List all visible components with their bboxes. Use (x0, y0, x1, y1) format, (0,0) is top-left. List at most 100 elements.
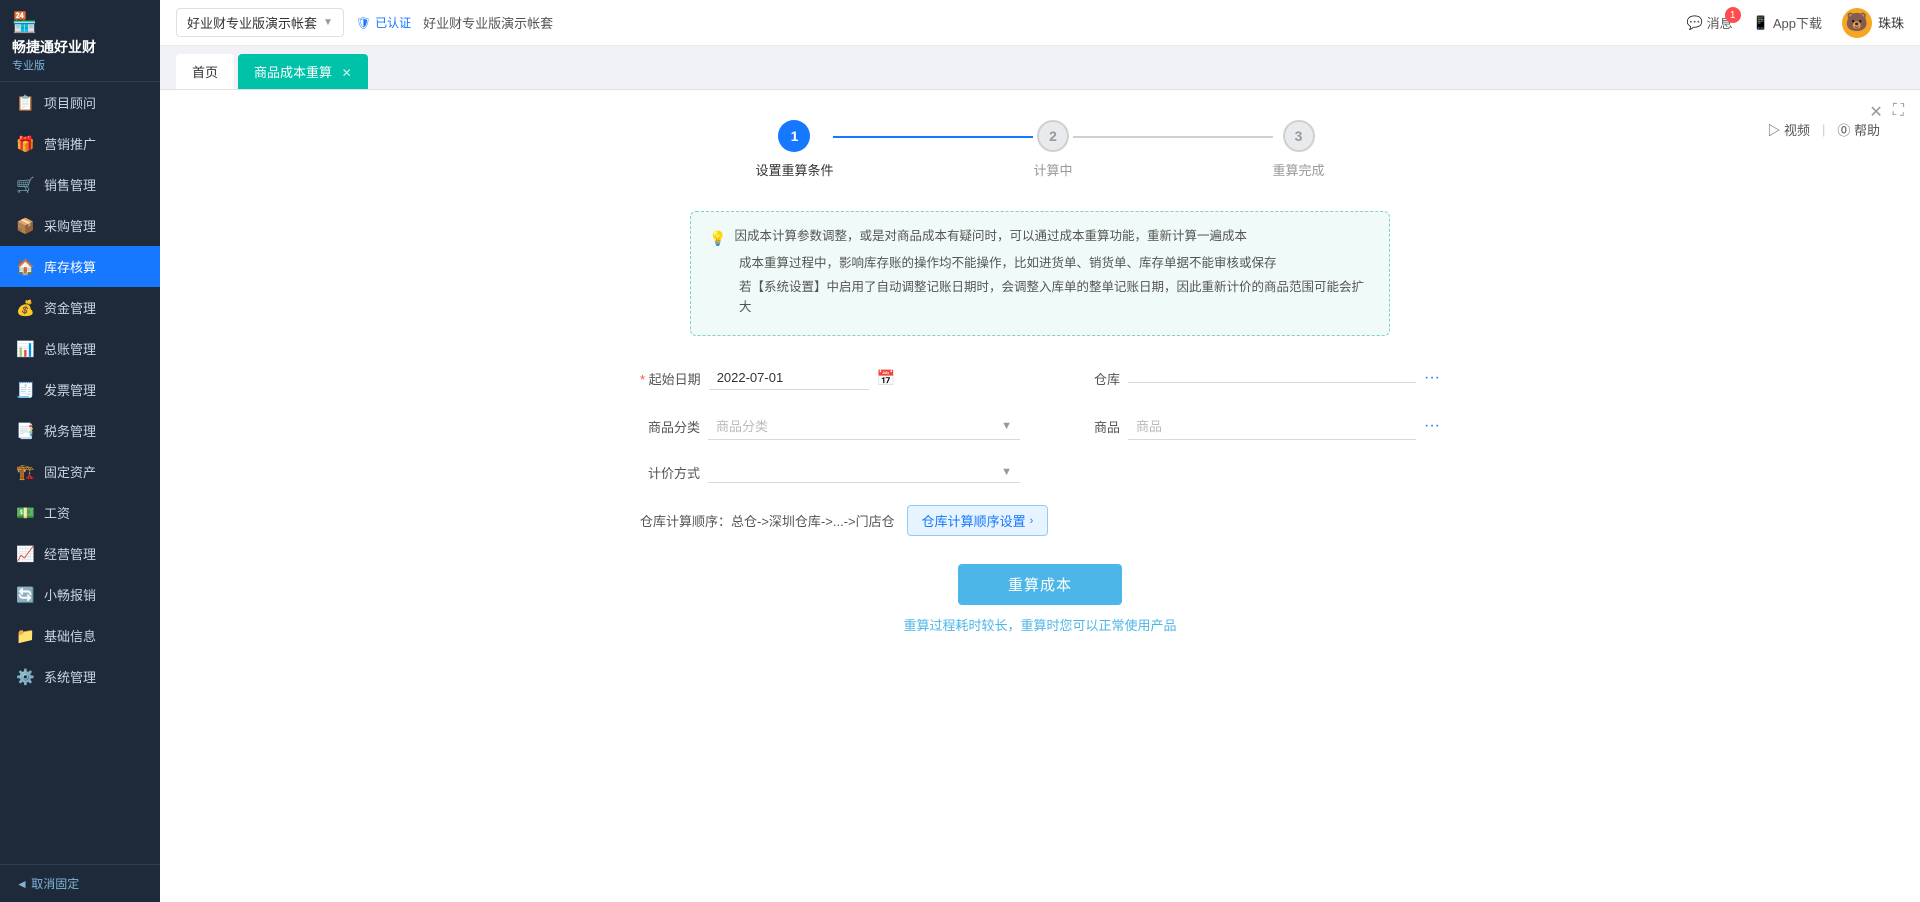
system-icon: ⚙️ (16, 668, 34, 686)
sidebar-item-inventory[interactable]: 🏠 库存核算 (0, 246, 160, 287)
notice-indent-3 (709, 277, 731, 317)
expand-panel-icon[interactable]: ⛶ (1893, 102, 1904, 122)
expense-icon: 🔄 (16, 586, 34, 604)
user-name: 珠珠 (1878, 13, 1904, 32)
close-panel-icon[interactable]: ✕ (1869, 102, 1882, 122)
sidebar-item-system[interactable]: ⚙️ 系统管理 (0, 656, 160, 697)
tax-icon: 📑 (16, 422, 34, 440)
start-date-input[interactable] (709, 366, 869, 390)
app-name: 畅捷通好业财 (12, 37, 148, 57)
sidebar-item-assets[interactable]: 🏗️ 固定资产 (0, 451, 160, 492)
sidebar-item-tax[interactable]: 📑 税务管理 (0, 410, 160, 451)
sidebar-item-marketing[interactable]: 🎁 营销推广 (0, 123, 160, 164)
sidebar-item-sales[interactable]: 🛒 销售管理 (0, 164, 160, 205)
user-menu[interactable]: 🐻 珠珠 (1842, 8, 1904, 38)
chevron-down-icon: ▼ (1001, 420, 1012, 432)
warehouse-order-row: 仓库计算顺序：总仓->深圳仓库->...->门店仓 仓库计算顺序设置 › (640, 505, 1440, 536)
sidebar-item-payroll[interactable]: 💵 工资 (0, 492, 160, 533)
chevron-right-icon: › (1030, 515, 1034, 527)
notice-text-3: 若【系统设置】中启用了自动调整记账日期时，会调整入库单的整单记账日期，因此重新计… (739, 277, 1371, 317)
chevron-down-icon-pricing: ▼ (1001, 466, 1012, 478)
form-field-warehouse: 仓库 ··· (1060, 369, 1440, 388)
purchase-icon: 📦 (16, 217, 34, 235)
notice-indent-2 (709, 253, 731, 273)
warehouse-order-btn[interactable]: 仓库计算顺序设置 › (907, 505, 1049, 536)
assets-icon: 🏗️ (16, 463, 34, 481)
app-download-label: App下载 (1773, 13, 1822, 32)
sidebar-item-label: 库存核算 (44, 257, 96, 276)
app-edition: 专业版 (12, 57, 148, 73)
help-separator: | (1822, 122, 1825, 137)
sidebar-item-label: 采购管理 (44, 216, 96, 235)
connector-2-3 (1073, 136, 1273, 138)
start-date-label: * 起始日期 (640, 369, 701, 388)
tab-home[interactable]: 首页 (176, 54, 234, 89)
notice-row-1: 💡 因成本计算参数调整，或是对商品成本有疑问时，可以通过成本重算功能，重新计算一… (709, 226, 1371, 249)
main-area: 好业财专业版演示帐套 ▼ 🛡 已认证 好业财专业版演示帐套 💬 消息 1 📱 A… (160, 0, 1920, 902)
warehouse-order-btn-label: 仓库计算顺序设置 (922, 511, 1026, 530)
shield-icon: 🛡 (356, 16, 371, 30)
sidebar-item-purchase[interactable]: 📦 采购管理 (0, 205, 160, 246)
sales-icon: 🛒 (16, 176, 34, 194)
form-row-2: 商品分类 商品分类 ▼ 商品 商品 ··· (640, 412, 1440, 440)
lightbulb-icon: 💡 (709, 227, 726, 249)
message-badge: 1 (1725, 7, 1741, 23)
tab-bar: 首页 商品成本重算 ✕ (160, 46, 1920, 90)
sidebar-item-label: 发票管理 (44, 380, 96, 399)
close-tab-icon[interactable]: ✕ (342, 66, 352, 80)
unpin-label: ◄ 取消固定 (16, 875, 79, 892)
calendar-icon[interactable]: 📅 (877, 369, 896, 387)
form-field-pricing: 计价方式 ▼ (640, 462, 1020, 483)
step-3: 3 重算完成 (1273, 120, 1325, 179)
category-placeholder: 商品分类 (716, 416, 768, 435)
account-selector[interactable]: 好业财专业版演示帐套 ▼ (176, 8, 344, 37)
product-label: 商品 (1060, 417, 1120, 436)
help-link[interactable]: ⓪ 帮助 (1837, 120, 1880, 139)
accounting-icon: 📊 (16, 340, 34, 358)
project-icon: 📋 (16, 94, 34, 112)
step-label-2: 计算中 (1033, 160, 1072, 179)
category-select[interactable]: 商品分类 ▼ (708, 412, 1020, 440)
step-1: 1 设置重算条件 (755, 120, 833, 179)
notice-row-2: 成本重算过程中，影响库存账的操作均不能操作，比如进货单、销货单、库存单据不能审核… (709, 253, 1371, 273)
sidebar-item-accounting[interactable]: 📊 总账管理 (0, 328, 160, 369)
product-placeholder: 商品 (1128, 412, 1416, 440)
avatar[interactable]: 🐻 (1842, 8, 1872, 38)
step-label-1: 设置重算条件 (755, 160, 833, 179)
sidebar-nav: 📋 项目顾问 🎁 营销推广 🛒 销售管理 📦 采购管理 🏠 库存核算 💰 资金管… (0, 82, 160, 864)
required-star: * (640, 372, 645, 387)
notice-text-2: 成本重算过程中，影响库存账的操作均不能操作，比如进货单、销货单、库存单据不能审核… (739, 253, 1277, 273)
top-bar-right: 💬 消息 1 📱 App下载 🐻 珠珠 (1686, 8, 1904, 38)
sidebar-item-expense[interactable]: 🔄 小畅报销 (0, 574, 160, 615)
app-logo: 🏪 畅捷通好业财 专业版 (0, 0, 160, 82)
recalc-button[interactable]: 重算成本 (958, 564, 1122, 605)
sidebar-item-label: 总账管理 (44, 339, 96, 358)
sidebar-item-label: 营销推广 (44, 134, 96, 153)
product-more-icon[interactable]: ··· (1424, 417, 1440, 435)
verified-text: 已认证 (375, 14, 411, 31)
sidebar-item-label: 工资 (44, 503, 70, 522)
account-display: 好业财专业版演示帐套 (423, 13, 553, 32)
warehouse-more-icon[interactable]: ··· (1424, 369, 1440, 387)
message-button[interactable]: 💬 消息 1 (1686, 13, 1732, 32)
step-2: 2 计算中 (1033, 120, 1072, 179)
warehouse-input (1128, 374, 1416, 383)
sidebar-item-invoice[interactable]: 🧾 发票管理 (0, 369, 160, 410)
category-label: 商品分类 (640, 417, 700, 436)
basic-icon: 📁 (16, 627, 34, 645)
content-panel: ✕ ⛶ 1 设置重算条件 2 计算中 (160, 90, 1920, 902)
sidebar-item-label: 小畅报销 (44, 585, 96, 604)
sidebar-item-operation[interactable]: 📈 经营管理 (0, 533, 160, 574)
pricing-select[interactable]: ▼ (708, 462, 1020, 483)
sidebar-item-basic[interactable]: 📁 基础信息 (0, 615, 160, 656)
form-row-1: * 起始日期 📅 仓库 ··· (640, 366, 1440, 390)
sidebar-item-finance[interactable]: 💰 资金管理 (0, 287, 160, 328)
sidebar-item-project[interactable]: 📋 项目顾问 (0, 82, 160, 123)
tab-recalc[interactable]: 商品成本重算 ✕ (238, 54, 368, 89)
tab-home-label: 首页 (192, 65, 218, 80)
phone-icon: 📱 (1753, 15, 1769, 31)
recalc-area: 重算成本 重算过程耗时较长，重算时您可以正常使用产品 (640, 564, 1440, 634)
video-help-link[interactable]: ▷ 视频 (1767, 120, 1810, 139)
app-download-button[interactable]: 📱 App下载 (1753, 13, 1822, 32)
sidebar-unpin[interactable]: ◄ 取消固定 (0, 864, 160, 902)
